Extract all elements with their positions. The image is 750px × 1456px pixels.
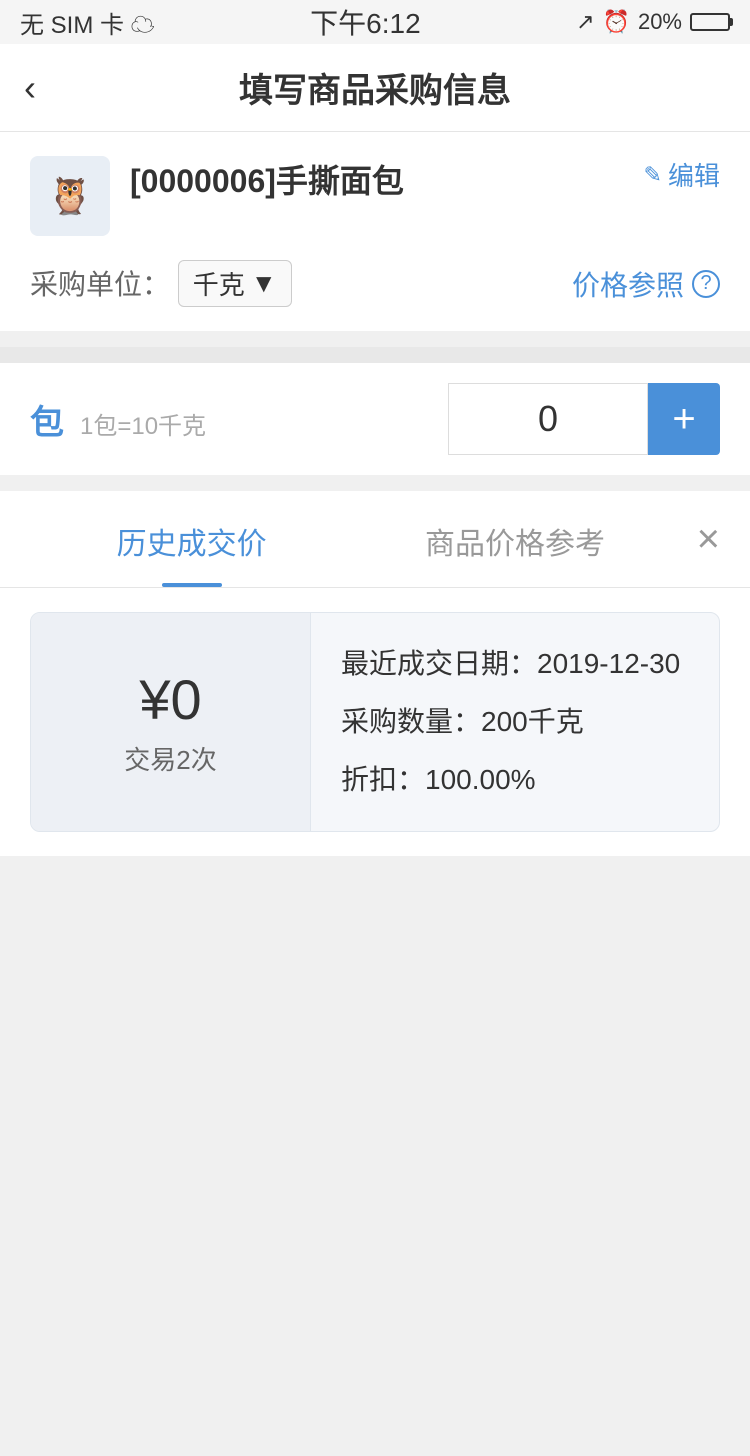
tab-underline (162, 583, 222, 587)
tab-price-ref[interactable]: 商品价格参考 (353, 491, 676, 587)
product-left: 🦉 [0000006]手撕面包 (30, 156, 404, 236)
card-price-left: ¥0 交易2次 (31, 613, 311, 831)
unit-label: 采购单位： (30, 269, 170, 300)
history-card: ¥0 交易2次 最近成交日期：2019-12-30 采购数量：200千克 折扣：… (30, 612, 720, 832)
info-icon: ? (692, 270, 720, 298)
unit-hint: 1包=10千克 (80, 406, 206, 441)
quantity-plus-button[interactable]: + (648, 383, 720, 455)
trade-count: 交易2次 (124, 740, 216, 777)
quantity-line: 采购数量：200千克 (341, 701, 689, 743)
product-section: 🦉 [0000006]手撕面包 ✎ 编辑 采购单位： 千克 ▼ 价格参照 ? (0, 132, 750, 331)
nav-bar: ‹ 填写商品采购信息 (0, 44, 750, 132)
product-name: [0000006]手撕面包 (130, 159, 404, 199)
quantity-section: 包 1包=10千克 + (0, 363, 750, 475)
edit-button[interactable]: ✎ 编辑 (644, 156, 720, 193)
product-unit-row: 采购单位： 千克 ▼ 价格参照 ? (30, 260, 720, 307)
back-button[interactable]: ‹ (24, 67, 36, 109)
sim-text: 无 SIM 卡 ☁ (20, 5, 155, 40)
tabs-section: 历史成交价 商品价格参考 × (0, 491, 750, 588)
history-content: ¥0 交易2次 最近成交日期：2019-12-30 采购数量：200千克 折扣：… (0, 588, 750, 856)
status-bar: 无 SIM 卡 ☁ 下午6:12 ↗ ⏰ 20% (0, 0, 750, 44)
unit-name: 包 (30, 395, 64, 444)
quantity-control: + (448, 383, 720, 455)
price-amount: ¥0 (139, 667, 201, 732)
status-right: ↗ ⏰ 20% (576, 9, 730, 35)
product-header: 🦉 [0000006]手撕面包 ✎ 编辑 (30, 156, 720, 236)
footer-area (0, 856, 750, 1456)
price-ref-button[interactable]: 价格参照 ? (572, 264, 720, 304)
edit-icon: ✎ (644, 162, 662, 188)
alarm-icon: ⏰ (603, 9, 630, 35)
page-title: 填写商品采购信息 (239, 63, 511, 112)
tab-history[interactable]: 历史成交价 (30, 491, 353, 587)
unit-row-left: 采购单位： 千克 ▼ (30, 260, 292, 307)
recent-date-line: 最近成交日期：2019-12-30 (341, 643, 689, 685)
battery-percent: 20% (638, 9, 682, 35)
unit-select[interactable]: 千克 ▼ (178, 260, 292, 307)
battery-indicator (690, 13, 730, 31)
close-button[interactable]: × (677, 507, 720, 572)
status-time: 下午6:12 (310, 2, 421, 42)
product-name-wrapper: [0000006]手撕面包 (130, 156, 404, 202)
card-info-right: 最近成交日期：2019-12-30 采购数量：200千克 折扣：100.00% (311, 613, 719, 831)
status-left: 无 SIM 卡 ☁ (20, 5, 155, 40)
discount-line: 折扣：100.00% (341, 759, 689, 801)
section-divider (0, 347, 750, 363)
quantity-input[interactable] (448, 383, 648, 455)
location-icon: ↗ (576, 9, 594, 35)
quantity-label-group: 包 1包=10千克 (30, 395, 206, 444)
product-image: 🦉 (30, 156, 110, 236)
product-owl-icon: 🦉 (48, 175, 93, 217)
